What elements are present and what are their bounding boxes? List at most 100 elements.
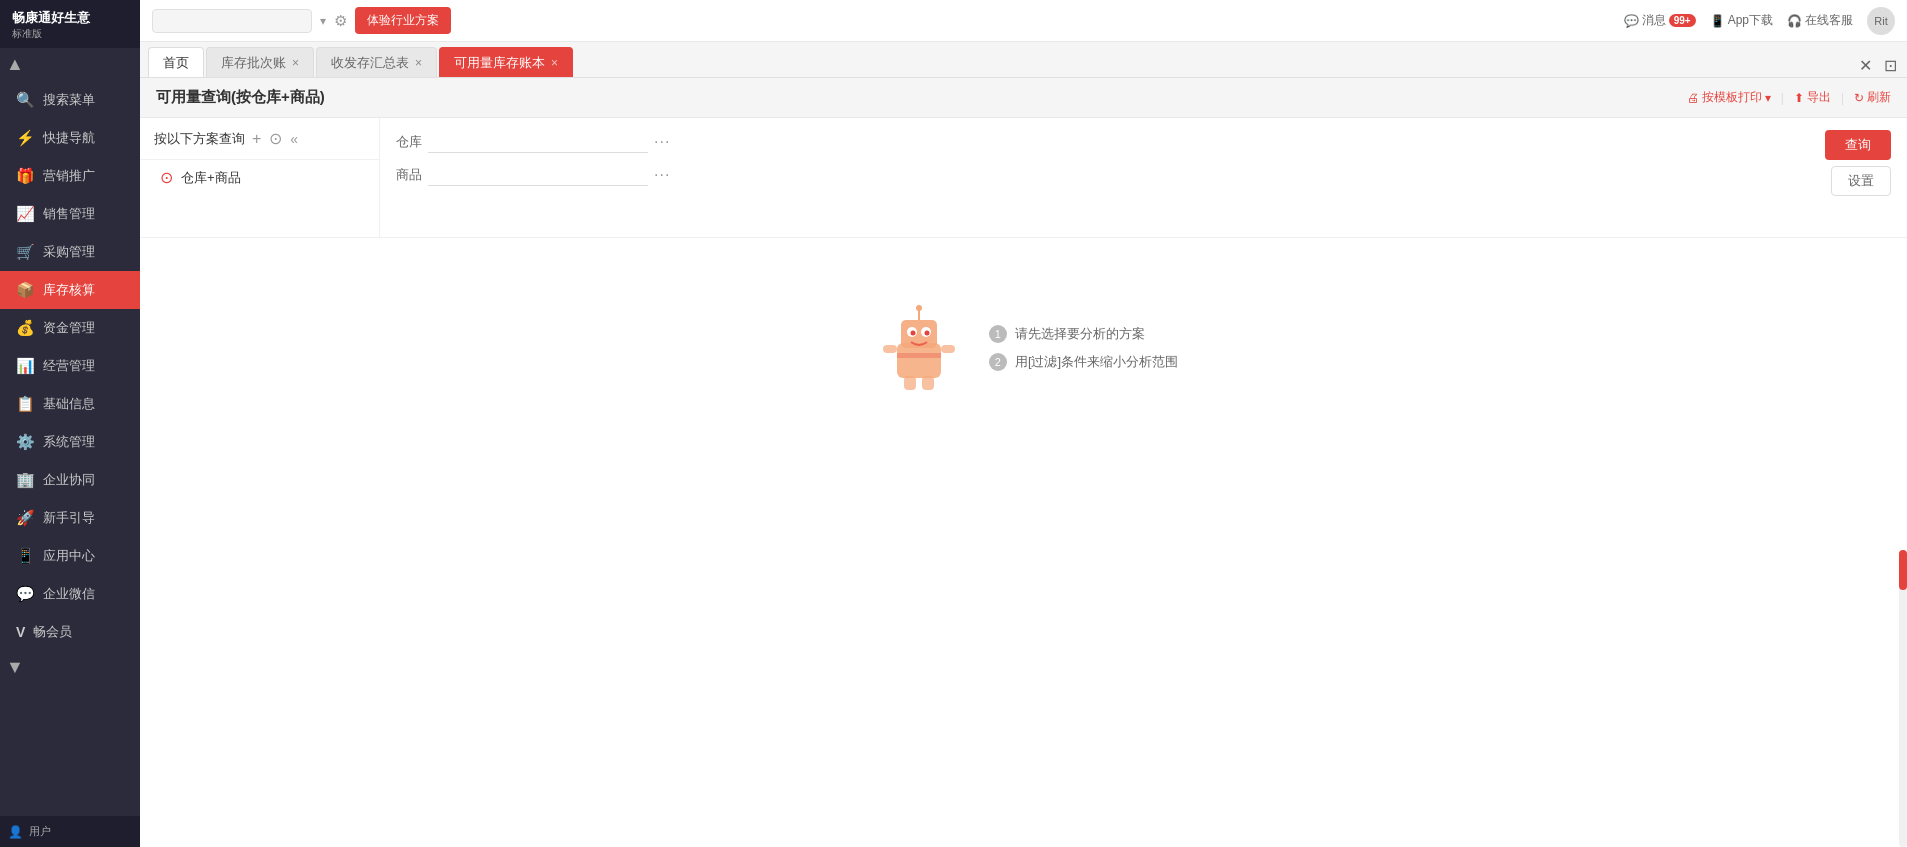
sidebar-item-purchase[interactable]: 🛒 采购管理	[0, 233, 140, 271]
industry-solution-button[interactable]: 体验行业方案	[355, 7, 451, 34]
sidebar-item-operations[interactable]: 📊 经营管理	[0, 347, 140, 385]
warehouse-more-dots[interactable]: ···	[654, 133, 670, 151]
app-download-icon: 📱	[1710, 14, 1725, 28]
app-download-label: App下载	[1728, 12, 1773, 29]
print-action[interactable]: 🖨 按模板打印 ▾	[1687, 89, 1771, 106]
building-icon: 🏢	[16, 471, 35, 489]
sidebar-user-bottom[interactable]: 👤 用户	[0, 816, 140, 847]
clipboard-icon: 📋	[16, 395, 35, 413]
tabs-bar: 首页 库存批次账 × 收发存汇总表 × 可用量库存账本 × ✕ ⊡	[140, 42, 1907, 78]
tab-batch-account-label: 库存批次账	[221, 54, 286, 72]
app-name: 畅康通好生意	[12, 10, 128, 27]
filter-schema-panel: 按以下方案查询 + ⊙ « ⊙ 仓库+商品	[140, 118, 380, 237]
sidebar-item-basic-info[interactable]: 📋 基础信息	[0, 385, 140, 423]
query-button[interactable]: 查询	[1825, 130, 1891, 160]
online-service-link[interactable]: 🎧 在线客服	[1787, 12, 1853, 29]
page-header: 可用量查询(按仓库+商品) 🖨 按模板打印 ▾ | ⬆ 导出 | ↻ 刷新	[140, 78, 1907, 118]
print-icon: 🖨	[1687, 91, 1699, 105]
sidebar-item-system[interactable]: ⚙️ 系统管理	[0, 423, 140, 461]
export-action[interactable]: ⬆ 导出	[1794, 89, 1831, 106]
product-input[interactable]	[428, 163, 648, 186]
robot-svg	[869, 298, 969, 398]
sidebar-item-finance[interactable]: 💰 资金管理	[0, 309, 140, 347]
tab-close-button[interactable]: ✕	[1857, 54, 1874, 77]
svg-rect-1	[901, 320, 937, 348]
setting-button[interactable]: 设置	[1831, 166, 1891, 196]
inventory-icon: 📦	[16, 281, 35, 299]
topbar-search-input[interactable]	[152, 9, 312, 33]
collapse-filter-button[interactable]: «	[289, 130, 299, 148]
page-actions: 🖨 按模板打印 ▾ | ⬆ 导出 | ↻ 刷新	[1687, 89, 1891, 106]
svg-rect-12	[897, 353, 941, 358]
app-edition: 标准版	[12, 27, 128, 40]
tab-expand-button[interactable]: ⊡	[1882, 54, 1899, 77]
sidebar-item-search[interactable]: 🔍 搜索菜单	[0, 81, 140, 119]
svg-rect-10	[904, 376, 916, 390]
lightning-icon: ⚡	[16, 129, 35, 147]
message-label: 消息	[1642, 12, 1666, 29]
wechat-icon: 💬	[16, 585, 35, 603]
sidebar-item-inventory[interactable]: 📦 库存核算	[0, 271, 140, 309]
sidebar-item-wechat[interactable]: 💬 企业微信	[0, 575, 140, 613]
tab-home[interactable]: 首页	[148, 47, 204, 77]
service-icon: 🎧	[1787, 14, 1802, 28]
tab-receipt-summary-close[interactable]: ×	[415, 56, 422, 70]
user-icon: 👤	[8, 825, 23, 839]
settings-gear-icon[interactable]: ⚙	[334, 12, 347, 30]
topbar: ▾ ⚙ 体验行业方案 💬 消息 99+ 📱 App下载 🎧 在线客服 Rit	[140, 0, 1907, 42]
step-1-text: 请先选择要分析的方案	[1015, 325, 1145, 343]
sidebar-item-label: 畅会员	[33, 623, 72, 641]
sidebar-item-onboarding[interactable]: 🚀 新手引导	[0, 499, 140, 537]
tab-available-qty-close[interactable]: ×	[551, 56, 558, 70]
separator-1: |	[1781, 91, 1784, 105]
sidebar-item-sales[interactable]: 📈 销售管理	[0, 195, 140, 233]
sidebar-item-label: 企业协同	[43, 471, 95, 489]
svg-rect-9	[941, 345, 955, 353]
filter-field-warehouse: 仓库 ···	[396, 130, 670, 153]
message-notification[interactable]: 💬 消息 99+	[1624, 12, 1696, 29]
cart-icon: 🛒	[16, 243, 35, 261]
sidebar-scroll-down[interactable]: ▼	[0, 651, 30, 684]
sidebar-item-membership[interactable]: V 畅会员	[0, 613, 140, 651]
refresh-label: 刷新	[1867, 89, 1891, 106]
sidebar-scroll-up[interactable]: ▲	[0, 48, 30, 81]
right-scrollbar[interactable]	[1899, 550, 1907, 847]
filter-header: 按以下方案查询 + ⊙ «	[140, 118, 379, 160]
chevron-down-icon[interactable]: ▾	[320, 14, 326, 28]
user-avatar[interactable]: Rit	[1867, 7, 1895, 35]
main-content: ▾ ⚙ 体验行业方案 💬 消息 99+ 📱 App下载 🎧 在线客服 Rit	[140, 0, 1907, 847]
export-label: 导出	[1807, 89, 1831, 106]
add-schema-button[interactable]: +	[251, 129, 262, 149]
sidebar-item-quick-nav[interactable]: ⚡ 快捷导航	[0, 119, 140, 157]
tab-home-label: 首页	[163, 54, 189, 72]
sidebar-item-enterprise[interactable]: 🏢 企业协同	[0, 461, 140, 499]
sidebar: 畅康通好生意 标准版 ▲ 🔍 搜索菜单 ⚡ 快捷导航 🎁 营销推广 📈 销售管理…	[0, 0, 140, 847]
filter-action-buttons: 查询 设置	[1809, 118, 1907, 237]
vip-icon: V	[16, 624, 25, 640]
search-icon: 🔍	[16, 91, 35, 109]
svg-point-7	[916, 305, 922, 311]
tab-available-qty[interactable]: 可用量库存账本 ×	[439, 47, 573, 77]
sidebar-item-marketing[interactable]: 🎁 营销推广	[0, 157, 140, 195]
sidebar-item-label: 采购管理	[43, 243, 95, 261]
app-download-link[interactable]: 📱 App下载	[1710, 12, 1773, 29]
filter-row-product: 商品 ···	[396, 163, 1793, 186]
tab-batch-account-close[interactable]: ×	[292, 56, 299, 70]
tab-available-qty-label: 可用量库存账本	[454, 54, 545, 72]
schema-warehouse-product[interactable]: ⊙ 仓库+商品	[140, 160, 379, 195]
tab-receipt-summary[interactable]: 收发存汇总表 ×	[316, 47, 437, 77]
refresh-action[interactable]: ↻ 刷新	[1854, 89, 1891, 106]
product-more-dots[interactable]: ···	[654, 166, 670, 184]
sidebar-item-label: 销售管理	[43, 205, 95, 223]
print-chevron[interactable]: ▾	[1765, 91, 1771, 105]
tab-receipt-summary-label: 收发存汇总表	[331, 54, 409, 72]
manage-schema-button[interactable]: ⊙	[268, 128, 283, 149]
filter-fields-panel: 仓库 ··· 商品 ···	[380, 118, 1809, 237]
message-badge: 99+	[1669, 14, 1696, 27]
sidebar-item-label: 搜索菜单	[43, 91, 95, 109]
page-title: 可用量查询(按仓库+商品)	[156, 88, 325, 107]
step-number-2: 2	[989, 353, 1007, 371]
warehouse-input[interactable]	[428, 130, 648, 153]
sidebar-item-app-center[interactable]: 📱 应用中心	[0, 537, 140, 575]
tab-batch-account[interactable]: 库存批次账 ×	[206, 47, 314, 77]
